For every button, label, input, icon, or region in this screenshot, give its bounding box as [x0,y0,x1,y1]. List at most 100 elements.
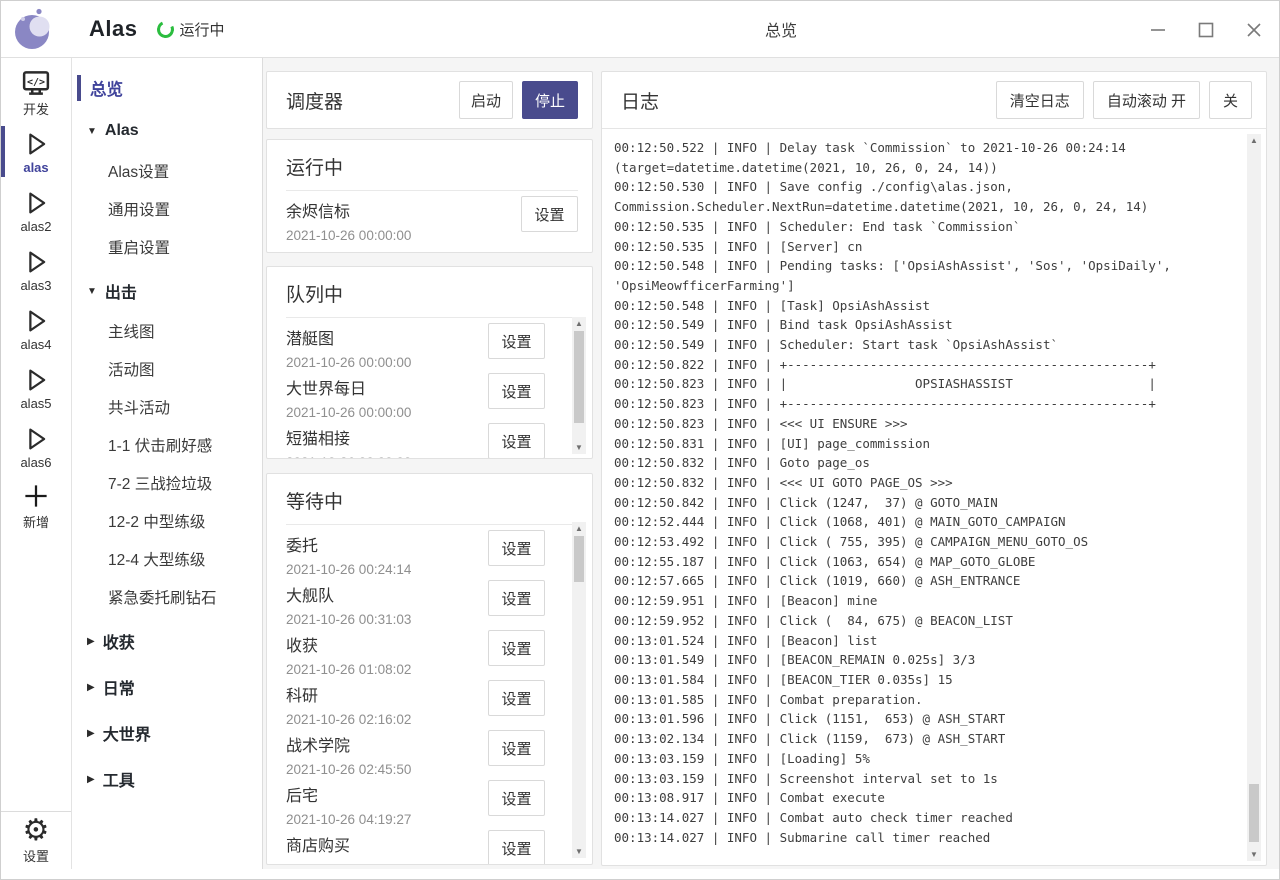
menu-item[interactable]: 总览 [72,70,262,106]
task-setting-button[interactable]: 设置 [521,196,578,232]
stop-button[interactable]: 停止 [522,81,578,119]
app-title: Alas [89,16,137,42]
task-setting-button[interactable]: 设置 [488,780,545,816]
menu-item[interactable]: 重启设置 [72,228,262,266]
scroll-down-icon[interactable]: ▼ [572,441,586,454]
task-setting-button[interactable]: 设置 [488,323,545,359]
clear-log-button[interactable]: 清空日志 [996,81,1084,119]
task-name: 短猫相接 [286,422,411,449]
log-scrollbar[interactable]: ▲ ▼ [1247,134,1261,861]
log-line: 'OpsiMeowfficerFarming'] [614,276,1242,296]
log-line: 00:12:50.832 | INFO | <<< UI GOTO PAGE_O… [614,473,1242,493]
task-next-run-time: 2021-10-26 04:19:27 [286,806,411,827]
task-setting-button[interactable]: 设置 [488,830,545,865]
page-title: 总览 [711,17,851,41]
menu-item[interactable]: ▶ 工具 [72,758,262,800]
log-line: 00:12:50.832 | INFO | Goto page_os [614,453,1242,473]
log-line: 00:12:53.492 | INFO | Click ( 755, 395) … [614,532,1242,552]
scroll-up-icon[interactable]: ▲ [572,317,586,330]
menu-item[interactable]: ▼ 出击 [72,270,262,312]
menu-item[interactable]: 活动图 [72,350,262,388]
log-line: 00:12:52.444 | INFO | Click (1068, 401) … [614,512,1242,532]
log-line: 00:12:59.952 | INFO | Click ( 84, 675) @… [614,611,1242,631]
menu-item-label: 1-1 伏击刷好感 [108,434,212,456]
menu-item[interactable]: 1-1 伏击刷好感 [72,426,262,464]
running-spinner-icon [155,18,177,40]
menu-item[interactable]: ▶ 日常 [72,666,262,708]
rail-item[interactable]: alas2 [1,181,71,240]
rail-item[interactable]: alas [1,122,71,181]
rail-item-label: alas6 [20,455,51,470]
menu-item[interactable]: 12-2 中型练级 [72,502,262,540]
task-setting-button[interactable]: 设置 [488,630,545,666]
task-setting-button[interactable]: 设置 [488,530,545,566]
task-setting-button[interactable]: 设置 [488,680,545,716]
plus-icon [21,481,51,511]
rail-item-label: 开发 [23,99,49,118]
task-next-run-time: 2021-10-26 00:00:00 [286,399,411,420]
menu-item-label: 紧急委托刷钻石 [108,586,217,608]
menu-item[interactable]: ▼ Alas [72,110,262,152]
menu-item[interactable]: 共斗活动 [72,388,262,426]
minimize-icon[interactable] [1147,19,1169,41]
maximize-icon[interactable] [1195,19,1217,41]
scroll-thumb[interactable] [1249,784,1259,842]
rail-item[interactable]: </> 开发 [1,63,71,122]
log-line: Commission.Scheduler.NextRun=datetime.da… [614,197,1242,217]
task-setting-button[interactable]: 设置 [488,373,545,409]
menu-item[interactable]: ▶ 大世界 [72,712,262,754]
log-line: 00:12:57.665 | INFO | Click (1019, 660) … [614,571,1242,591]
rail-item[interactable]: alas3 [1,240,71,299]
menu-item[interactable]: 紧急委托刷钻石 [72,578,262,616]
menu-item[interactable]: 通用设置 [72,190,262,228]
scroll-up-icon[interactable]: ▲ [1247,134,1261,147]
autoscroll-toggle-button[interactable]: 自动滚动 开 [1093,81,1200,119]
menu-arrow-icon: ▶ [87,728,95,739]
rail-item[interactable]: alas6 [1,417,71,476]
close-icon[interactable] [1243,19,1265,41]
rail-item[interactable]: alas5 [1,358,71,417]
rail-item[interactable]: 新增 [1,476,71,535]
waiting-scrollbar[interactable]: ▲ ▼ [572,522,586,858]
task-name: 余烬信标 [286,195,411,222]
rail-item-label: alas3 [20,278,51,293]
task-next-run-time: 2021-10-26 01:08:02 [286,656,411,677]
play-icon [21,424,51,454]
scroll-up-icon[interactable]: ▲ [572,522,586,535]
scroll-down-icon[interactable]: ▼ [572,845,586,858]
task-setting-button[interactable]: 设置 [488,580,545,616]
task-setting-button[interactable]: 设置 [488,423,545,459]
queue-task-list: 潜艇图 2021-10-26 00:00:00 设置 大世界每日 2021-10… [286,318,578,459]
menu-item[interactable]: 7-2 三战捡垃圾 [72,464,262,502]
scroll-thumb[interactable] [574,536,584,582]
queue-title: 队列中 [286,280,578,307]
log-line: 00:12:59.951 | INFO | [Beacon] mine [614,591,1242,611]
rail-item[interactable]: alas4 [1,299,71,358]
task-name: 科研 [286,679,411,706]
log-line: 00:12:50.522 | INFO | Delay task `Commis… [614,138,1242,158]
log-line: 00:13:01.549 | INFO | [BEACON_REMAIN 0.0… [614,650,1242,670]
log-line: 00:12:55.187 | INFO | Click (1063, 654) … [614,552,1242,572]
rail-item-settings[interactable]: ⚙ 设置 [1,811,71,869]
scroll-thumb[interactable] [574,331,584,423]
menu-item-label: 日常 [103,675,135,699]
queue-scrollbar[interactable]: ▲ ▼ [572,317,586,454]
menu-item[interactable]: 12-4 大型练级 [72,540,262,578]
rail-item-label: alas5 [20,396,51,411]
menu-item[interactable]: ▶ 收获 [72,620,262,662]
task-setting-button[interactable]: 设置 [488,730,545,766]
autoscroll-off-button[interactable]: 关 [1209,81,1252,119]
task-next-run-time: 2021-10-26 00:00:00 [286,449,411,459]
menu-item[interactable]: 主线图 [72,312,262,350]
waiting-title: 等待中 [286,487,578,514]
menu-item-label: 7-2 三战捡垃圾 [108,472,212,494]
scroll-down-icon[interactable]: ▼ [1247,848,1261,861]
status-label: 运行中 [179,19,224,40]
log-line: 00:12:50.548 | INFO | Pending tasks: ['O… [614,256,1242,276]
log-line: 00:12:50.822 | INFO | +-----------------… [614,355,1242,375]
menu-arrow-icon: ▶ [87,682,95,693]
log-line: 00:13:14.027 | INFO | Combat auto check … [614,808,1242,828]
menu-item[interactable]: Alas设置 [72,152,262,190]
start-button[interactable]: 启动 [459,81,513,119]
log-line: 00:12:50.548 | INFO | [Task] OpsiAshAssi… [614,296,1242,316]
